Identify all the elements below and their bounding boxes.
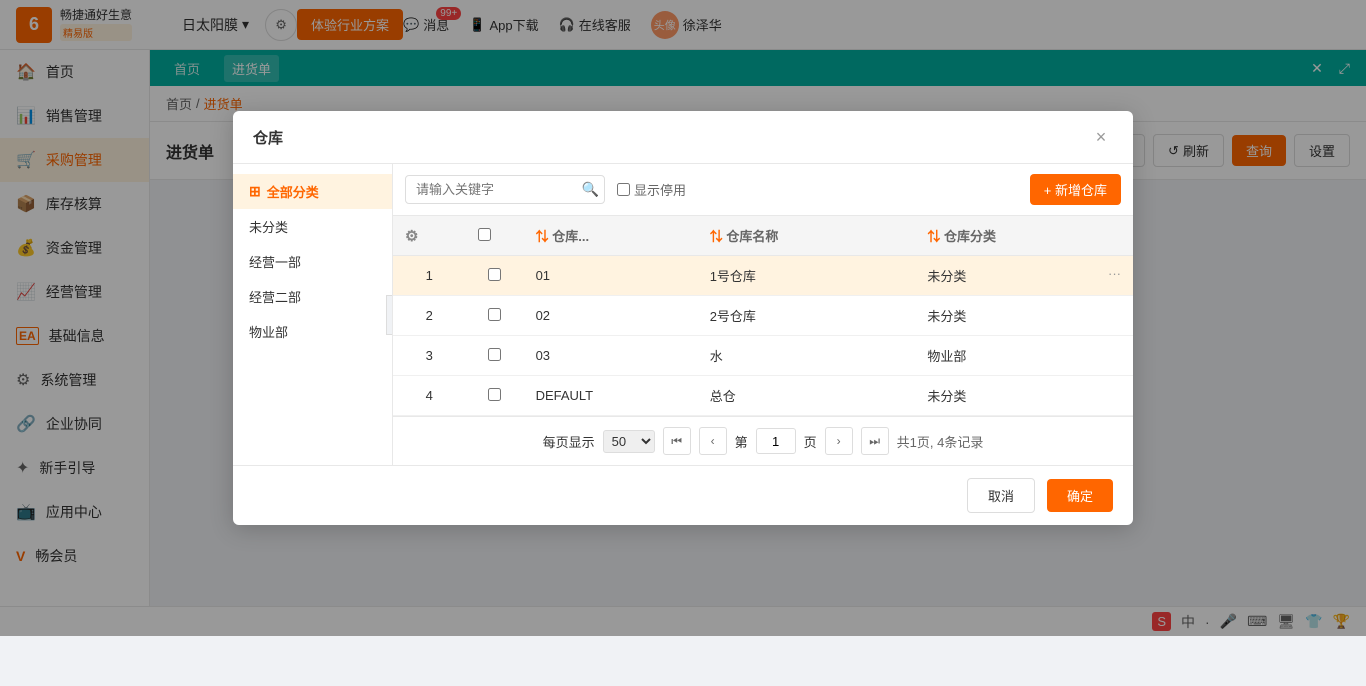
table-area: 🔍 显示停用 + 新增仓库 ⚙	[393, 164, 1133, 465]
th-cat-label: 仓库分类	[944, 229, 996, 244]
row-cat-3: 物业部	[915, 336, 1133, 376]
page-size-label: 每页显示	[543, 432, 595, 451]
row-num-1: 1	[393, 256, 466, 296]
table-scroll: ⚙ ⇅ 仓库... ⇅ 仓库名称	[393, 216, 1133, 416]
show-disabled-text: 显示停用	[634, 180, 686, 199]
last-page-btn[interactable]: ⏭	[861, 427, 889, 455]
modal-title: 仓库	[253, 127, 283, 148]
row-num-2: 2	[393, 296, 466, 336]
next-page-btn[interactable]: ›	[825, 427, 853, 455]
th-cat-sort-icon: ⇅	[927, 229, 940, 244]
cancel-btn[interactable]: 取消	[967, 478, 1035, 513]
row-checkbox-2[interactable]	[488, 308, 501, 321]
th-category: ⇅ 仓库分类	[915, 216, 1133, 256]
search-wrap: 🔍	[405, 175, 605, 204]
row-cat-2: 未分类	[915, 296, 1133, 336]
modal-footer: 取消 确定	[233, 465, 1133, 525]
row-checkbox-3[interactable]	[488, 348, 501, 361]
row-code-3: 03	[524, 336, 698, 376]
warehouse-table: ⚙ ⇅ 仓库... ⇅ 仓库名称	[393, 216, 1133, 416]
page-size-select[interactable]: 50 10 20 100	[603, 430, 655, 453]
select-all-checkbox[interactable]	[478, 228, 491, 241]
gear-th-icon[interactable]: ⚙	[405, 228, 418, 245]
cat-label-ops1: 经营一部	[249, 255, 301, 270]
prev-page-btn[interactable]: ‹	[699, 427, 727, 455]
cat-all-item[interactable]: ⊞ 全部分类	[233, 174, 392, 209]
row-check-3	[466, 336, 524, 376]
cat-all-label: 全部分类	[267, 182, 319, 201]
th-code-sort-icon: ⇅	[536, 229, 549, 244]
row-checkbox-4[interactable]	[488, 388, 501, 401]
cat-label-unclassified: 未分类	[249, 220, 288, 235]
cat-label-ops2: 经营二部	[249, 290, 301, 305]
show-disabled-label[interactable]: 显示停用	[617, 180, 686, 199]
row-num-3: 3	[393, 336, 466, 376]
table-row[interactable]: 3 03 水 物业部	[393, 336, 1133, 376]
table-toolbar: 🔍 显示停用 + 新增仓库	[393, 164, 1133, 216]
cat-item-property[interactable]: 物业部	[233, 314, 392, 349]
row-action-1[interactable]: ···	[1108, 266, 1121, 281]
row-name-3: 水	[698, 336, 916, 376]
row-checkbox-1[interactable]	[488, 268, 501, 281]
total-info: 共1页, 4条记录	[897, 432, 984, 451]
th-name-label: 仓库名称	[726, 229, 778, 244]
th-gear: ⚙	[393, 216, 466, 256]
table-header-row: ⚙ ⇅ 仓库... ⇅ 仓库名称	[393, 216, 1133, 256]
th-name: ⇅ 仓库名称	[698, 216, 916, 256]
grid-icon: ⊞	[249, 183, 261, 200]
table-row[interactable]: 2 02 2号仓库 未分类	[393, 296, 1133, 336]
row-cat-4: 未分类	[915, 376, 1133, 416]
th-code: ⇅ 仓库...	[524, 216, 698, 256]
table-head: ⚙ ⇅ 仓库... ⇅ 仓库名称	[393, 216, 1133, 256]
row-num-4: 4	[393, 376, 466, 416]
th-checkbox	[466, 216, 524, 256]
warehouse-modal: 仓库 × ⊞ 全部分类 未分类 经营一部 经营二部 物业部 «	[233, 111, 1133, 525]
row-code-1: 01	[524, 256, 698, 296]
modal-header: 仓库 ×	[233, 111, 1133, 164]
search-icon[interactable]: 🔍	[582, 181, 599, 198]
row-name-2: 2号仓库	[698, 296, 916, 336]
modal-close-btn[interactable]: ×	[1089, 125, 1113, 149]
table-row[interactable]: 4 DEFAULT 总仓 未分类	[393, 376, 1133, 416]
row-cat-1: 未分类 ···	[915, 256, 1133, 296]
row-code-2: 02	[524, 296, 698, 336]
row-check-1	[466, 256, 524, 296]
table-body: 1 01 1号仓库 未分类 ··· 2	[393, 256, 1133, 416]
row-check-4	[466, 376, 524, 416]
cat-item-unclassified[interactable]: 未分类	[233, 209, 392, 244]
category-sidebar: ⊞ 全部分类 未分类 经营一部 经营二部 物业部 «	[233, 164, 393, 465]
th-code-label: 仓库...	[552, 229, 589, 244]
collapse-sidebar-btn[interactable]: «	[386, 295, 393, 335]
confirm-btn[interactable]: 确定	[1047, 479, 1113, 512]
cat-item-ops2[interactable]: 经营二部	[233, 279, 392, 314]
row-code-4: DEFAULT	[524, 376, 698, 416]
pagination-bar: 每页显示 50 10 20 100 ⏮ ‹ 第 页 › ⏭ 共1页, 4条记录	[393, 416, 1133, 465]
page-number-input[interactable]	[756, 428, 796, 454]
cat-label-property: 物业部	[249, 325, 288, 340]
first-page-btn[interactable]: ⏮	[663, 427, 691, 455]
modal-body: ⊞ 全部分类 未分类 经营一部 经营二部 物业部 «	[233, 164, 1133, 465]
cat-item-ops1[interactable]: 经营一部	[233, 244, 392, 279]
row-name-4: 总仓	[698, 376, 916, 416]
row-check-2	[466, 296, 524, 336]
row-name-1: 1号仓库	[698, 256, 916, 296]
show-disabled-checkbox[interactable]	[617, 183, 630, 196]
search-input[interactable]	[405, 175, 605, 204]
th-name-sort-icon: ⇅	[710, 229, 723, 244]
add-warehouse-btn[interactable]: + 新增仓库	[1030, 174, 1121, 205]
page-label: 第	[735, 432, 748, 451]
page-label2: 页	[804, 432, 817, 451]
table-row[interactable]: 1 01 1号仓库 未分类 ···	[393, 256, 1133, 296]
